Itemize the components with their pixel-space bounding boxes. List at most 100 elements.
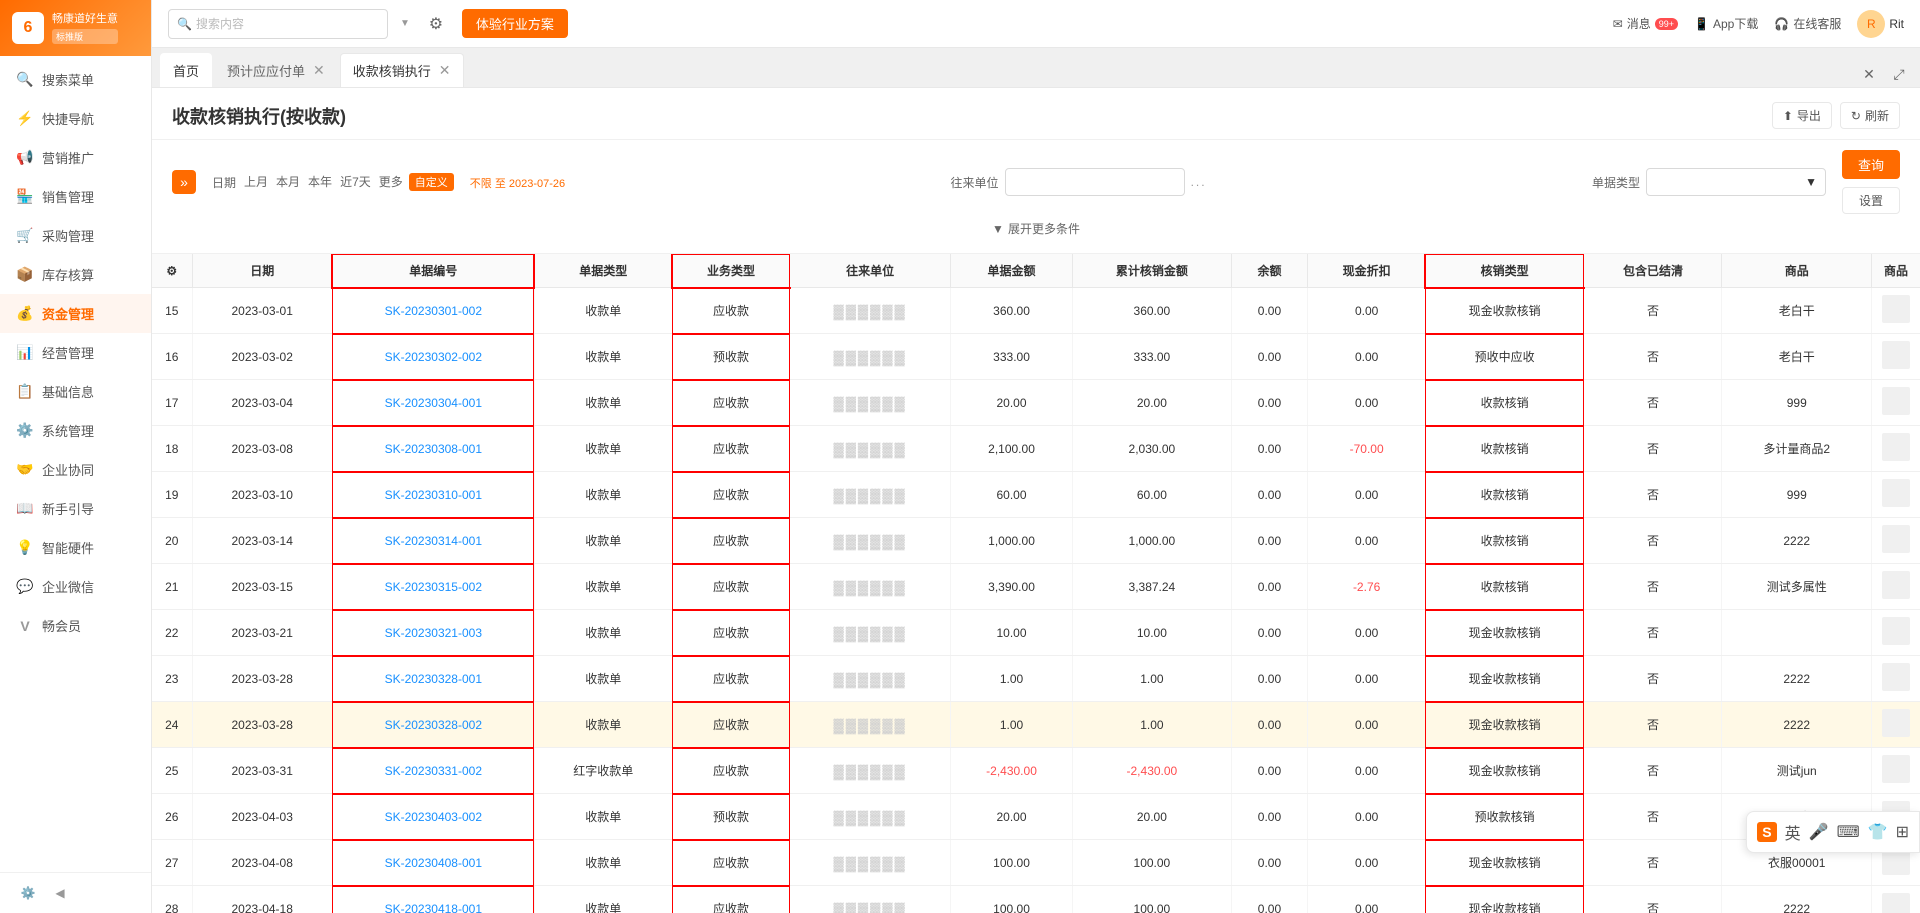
col-partner[interactable]: 往来单位 bbox=[790, 254, 951, 288]
sidebar-item-search[interactable]: 🔍 搜索菜单 bbox=[0, 60, 151, 99]
row-bill-no[interactable]: SK-20230328-002 bbox=[332, 702, 534, 748]
row-bill-no[interactable]: SK-20230302-002 bbox=[332, 334, 534, 380]
col-balance[interactable]: 余额 bbox=[1231, 254, 1308, 288]
row-balance: 0.00 bbox=[1231, 840, 1308, 886]
col-checkbox[interactable]: ⚙ bbox=[152, 254, 192, 288]
this-year-link[interactable]: 本年 bbox=[306, 173, 334, 191]
grid-icon[interactable]: ⊞ bbox=[1896, 822, 1909, 842]
online-service-button[interactable]: 🎧 在线客服 bbox=[1774, 15, 1841, 32]
shirt-icon[interactable]: 👕 bbox=[1868, 822, 1888, 842]
maximize-window-button[interactable]: ⤢ bbox=[1886, 61, 1912, 87]
col-goods2[interactable]: 商品 bbox=[1872, 254, 1920, 288]
gear-icon[interactable]: ⚙ bbox=[166, 264, 177, 278]
custom-date-button[interactable]: 自定义 bbox=[409, 173, 454, 191]
row-number: 24 bbox=[152, 702, 192, 748]
col-included[interactable]: 包含已结清 bbox=[1584, 254, 1722, 288]
topbar-dropdown-icon[interactable]: ▼ bbox=[400, 18, 410, 29]
row-bill-no[interactable]: SK-20230310-001 bbox=[332, 472, 534, 518]
col-amount[interactable]: 单据金额 bbox=[950, 254, 1072, 288]
sidebar-item-finance[interactable]: 💰 资金管理 bbox=[0, 294, 151, 333]
query-button[interactable]: 查询 bbox=[1842, 150, 1900, 179]
row-number: 25 bbox=[152, 748, 192, 794]
row-bill-no[interactable]: SK-20230331-002 bbox=[332, 748, 534, 794]
row-included: 否 bbox=[1584, 656, 1722, 702]
col-bill-type[interactable]: 单据类型 bbox=[534, 254, 672, 288]
filter-action-buttons: 查询 设置 bbox=[1842, 150, 1900, 214]
export-button[interactable]: ⬆ 导出 bbox=[1772, 102, 1832, 129]
sidebar-item-inventory[interactable]: 📦 库存核算 bbox=[0, 255, 151, 294]
partner-input[interactable] bbox=[1005, 168, 1185, 196]
sidebar-item-operations[interactable]: 📊 经营管理 bbox=[0, 333, 151, 372]
sidebar-item-enterprise[interactable]: 🤝 企业协同 bbox=[0, 450, 151, 489]
tab-home[interactable]: 首页 bbox=[160, 53, 212, 87]
col-biz-type[interactable]: 业务类型 bbox=[672, 254, 790, 288]
sidebar-item-quicknav[interactable]: ⚡ 快捷导航 bbox=[0, 99, 151, 138]
settings-icon[interactable]: ⚙️ bbox=[16, 881, 40, 905]
sidebar-item-label: 基础信息 bbox=[42, 382, 94, 401]
row-number: 28 bbox=[152, 886, 192, 913]
row-amount: 10.00 bbox=[950, 610, 1072, 656]
last-month-link[interactable]: 上月 bbox=[242, 173, 270, 191]
bill-type-select[interactable]: ▼ bbox=[1646, 168, 1826, 196]
sidebar-item-wxwork[interactable]: 💬 企业微信 bbox=[0, 567, 151, 606]
row-bill-type: 收款单 bbox=[534, 518, 672, 564]
sidebar-item-guide[interactable]: 📖 新手引导 bbox=[0, 489, 151, 528]
industry-solution-button[interactable]: 体验行业方案 bbox=[462, 9, 568, 38]
expand-conditions-button[interactable]: ▼ 展开更多条件 bbox=[172, 214, 1900, 243]
sidebar-item-sales[interactable]: 🏪 销售管理 bbox=[0, 177, 151, 216]
row-bill-no[interactable]: SK-20230321-003 bbox=[332, 610, 534, 656]
sidebar-item-basic-info[interactable]: 📋 基础信息 bbox=[0, 372, 151, 411]
table-row: 182023-03-08SK-20230308-001收款单应收款▓▓▓▓▓▓2… bbox=[152, 426, 1920, 472]
app-download-button[interactable]: 📱 App下载 bbox=[1694, 15, 1758, 32]
sidebar-item-marketing[interactable]: 📢 营销推广 bbox=[0, 138, 151, 177]
user-avatar[interactable]: R Rit bbox=[1857, 10, 1904, 38]
sidebar-item-hardware[interactable]: 💡 智能硬件 bbox=[0, 528, 151, 567]
tab-pre-payments[interactable]: 预计应应付单 ✕ bbox=[214, 53, 338, 87]
tab-close-icon[interactable]: ✕ bbox=[313, 62, 325, 79]
row-bill-no[interactable]: SK-20230328-001 bbox=[332, 656, 534, 702]
col-total-cancel[interactable]: 累计核销金额 bbox=[1073, 254, 1232, 288]
sidebar-item-purchase[interactable]: 🛒 采购管理 bbox=[0, 216, 151, 255]
row-balance: 0.00 bbox=[1231, 656, 1308, 702]
row-bill-no[interactable]: SK-20230315-002 bbox=[332, 564, 534, 610]
sidebar-item-vip[interactable]: V 畅会员 bbox=[0, 606, 151, 645]
close-window-button[interactable]: ✕ bbox=[1856, 61, 1882, 87]
row-bill-no[interactable]: SK-20230314-001 bbox=[332, 518, 534, 564]
messages-button[interactable]: ✉ 消息 99+ bbox=[1613, 15, 1678, 32]
col-bill-no[interactable]: 单据编号 bbox=[332, 254, 534, 288]
row-bill-no[interactable]: SK-20230408-001 bbox=[332, 840, 534, 886]
row-bill-no[interactable]: SK-20230403-002 bbox=[332, 794, 534, 840]
col-cancel-type[interactable]: 核销类型 bbox=[1425, 254, 1584, 288]
last-7-days-link[interactable]: 近7天 bbox=[338, 173, 373, 191]
tab-close-icon[interactable]: ✕ bbox=[439, 62, 451, 79]
col-goods[interactable]: 商品 bbox=[1722, 254, 1872, 288]
filter-collapse-button[interactable]: » bbox=[172, 170, 196, 194]
filter-setting-button[interactable]: 设置 bbox=[1842, 187, 1900, 214]
sidebar-item-system[interactable]: ⚙️ 系统管理 bbox=[0, 411, 151, 450]
keyboard-icon[interactable]: ⌨ bbox=[1837, 822, 1860, 842]
row-bill-type: 收款单 bbox=[534, 840, 672, 886]
topbar-search[interactable]: 🔍 搜索内容 bbox=[168, 9, 388, 39]
row-biz-type: 应收款 bbox=[672, 426, 790, 472]
row-bill-no[interactable]: SK-20230418-001 bbox=[332, 886, 534, 913]
this-month-link[interactable]: 本月 bbox=[274, 173, 302, 191]
english-icon[interactable]: 英 bbox=[1785, 820, 1801, 844]
app-edition: 标推版 bbox=[52, 29, 118, 44]
col-date[interactable]: 日期 bbox=[192, 254, 332, 288]
s-icon[interactable]: S bbox=[1757, 822, 1776, 842]
sidebar-item-label: 快捷导航 bbox=[42, 109, 94, 128]
table-row: 202023-03-14SK-20230314-001收款单应收款▓▓▓▓▓▓1… bbox=[152, 518, 1920, 564]
mic-icon[interactable]: 🎤 bbox=[1809, 822, 1829, 842]
more-dates-link[interactable]: 更多 bbox=[377, 173, 405, 191]
tab-receipt-verification[interactable]: 收款核销执行 ✕ bbox=[340, 53, 464, 87]
row-number: 27 bbox=[152, 840, 192, 886]
table-row: 222023-03-21SK-20230321-003收款单应收款▓▓▓▓▓▓1… bbox=[152, 610, 1920, 656]
row-bill-no[interactable]: SK-20230304-001 bbox=[332, 380, 534, 426]
sidebar-item-label: 系统管理 bbox=[42, 421, 94, 440]
col-cash-discount[interactable]: 现金折扣 bbox=[1308, 254, 1426, 288]
row-bill-no[interactable]: SK-20230301-002 bbox=[332, 288, 534, 334]
collapse-icon[interactable]: ◀ bbox=[48, 881, 72, 905]
topbar-gear-icon[interactable]: ⚙ bbox=[422, 10, 450, 38]
row-bill-no[interactable]: SK-20230308-001 bbox=[332, 426, 534, 472]
refresh-button[interactable]: ↻ 刷新 bbox=[1840, 102, 1900, 129]
